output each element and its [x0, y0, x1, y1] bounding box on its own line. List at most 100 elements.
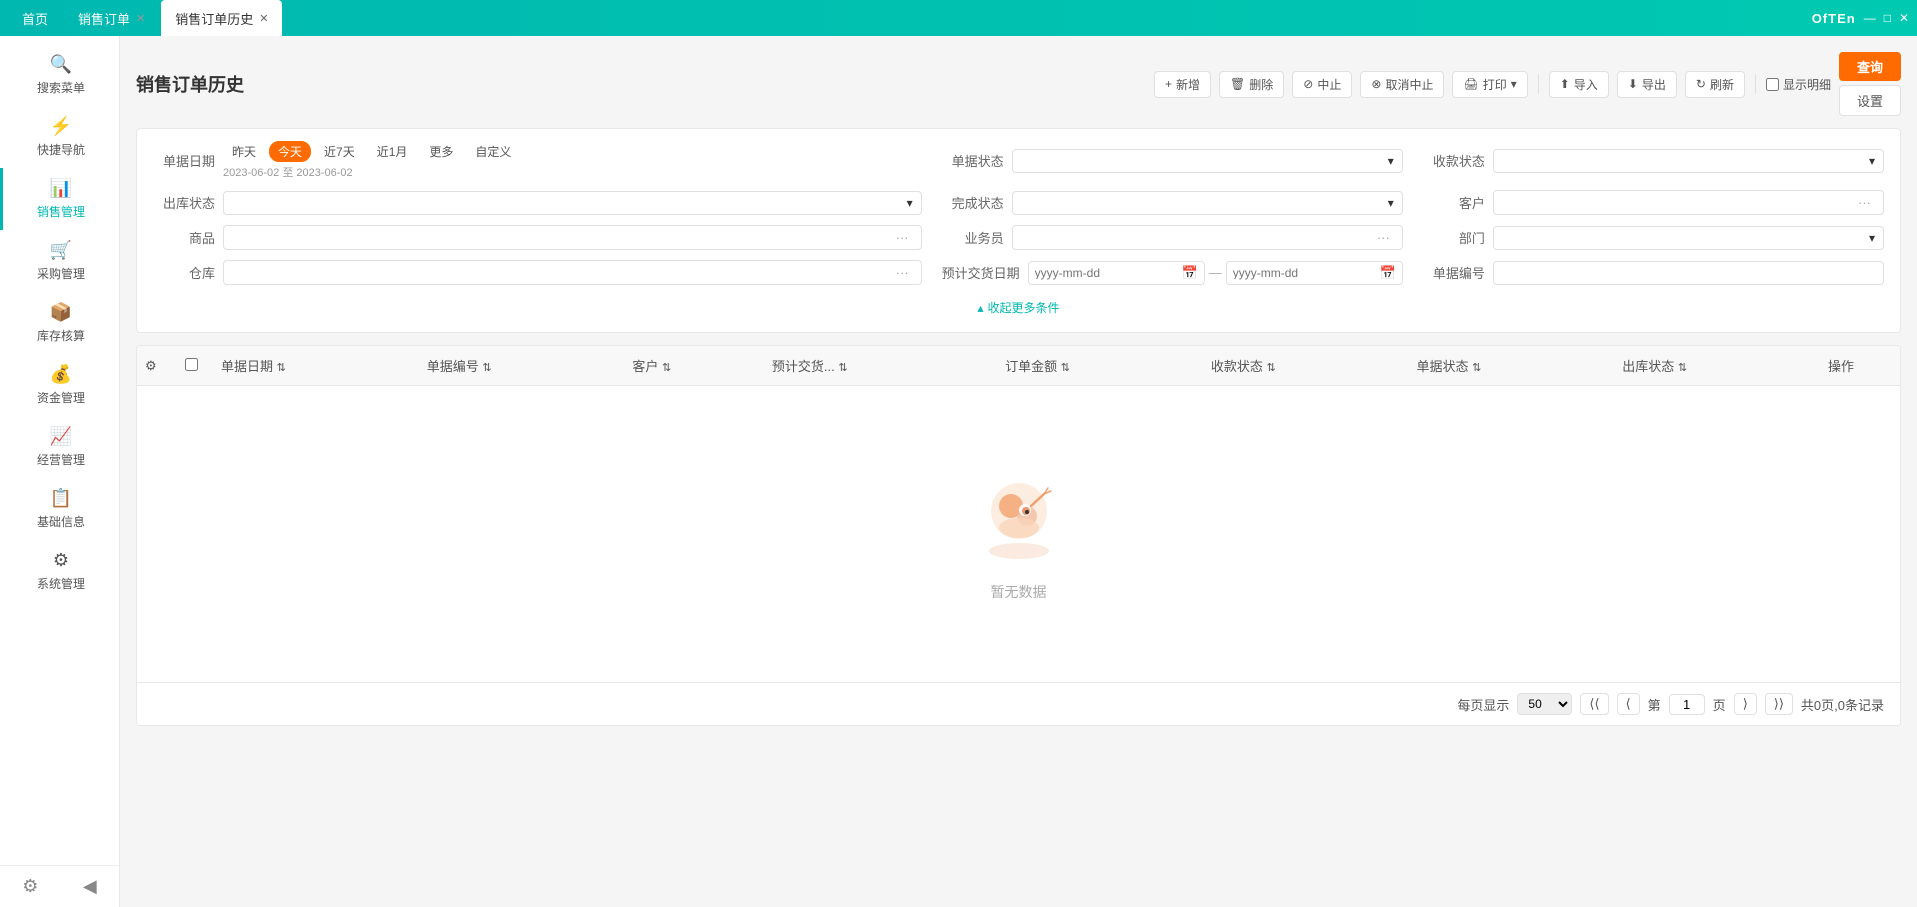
import-button[interactable]: ⬆ 导入 — [1549, 71, 1609, 98]
content-area: 销售订单历史 + 新增 🗑 删除 ⊘ 中止 ⊗ 取消中止 — [120, 36, 1917, 907]
tab-home[interactable]: 首页 — [8, 0, 62, 36]
query-button[interactable]: 查询 — [1839, 52, 1901, 81]
empty-text: 暂无数据 — [991, 582, 1047, 602]
date-tag-more[interactable]: 更多 — [420, 141, 462, 162]
salesperson-dots[interactable]: ··· — [1373, 230, 1394, 245]
date-tag-yesterday[interactable]: 昨天 — [223, 141, 265, 162]
stop-button[interactable]: ⊘ 中止 — [1292, 71, 1352, 98]
sidebar-collapse-btn[interactable]: ◀ — [83, 876, 97, 897]
window-maximize[interactable]: □ — [1884, 11, 1891, 25]
select-all-checkbox[interactable] — [185, 358, 198, 371]
outbound-select[interactable] — [223, 191, 922, 215]
new-label: 新增 — [1176, 76, 1200, 93]
prev-page-button[interactable]: ⟨ — [1617, 693, 1640, 715]
sidebar-item-search[interactable]: 🔍 搜索菜单 — [0, 44, 119, 106]
sidebar-settings-btn[interactable]: ⚙ — [22, 876, 38, 897]
customer-dots[interactable]: ··· — [1854, 195, 1875, 210]
salesperson-input-wrap[interactable]: ··· — [1012, 225, 1403, 250]
date-range-display: 2023-06-02 至 2023-06-02 — [223, 164, 922, 180]
page-number-input[interactable] — [1669, 694, 1705, 715]
date-tag-1month[interactable]: 近1月 — [368, 141, 417, 162]
customer-input-wrap[interactable]: ··· — [1493, 190, 1884, 215]
th-bill-status[interactable]: 单据状态 — [1409, 346, 1615, 386]
th-no-sort[interactable] — [482, 359, 491, 374]
display-detail-checkbox[interactable]: 显示明细 — [1766, 76, 1831, 93]
complete-select[interactable] — [1012, 191, 1403, 215]
sidebar-item-finance[interactable]: 💰 资金管理 — [0, 354, 119, 416]
goods-input[interactable] — [232, 231, 892, 245]
tab-sales-order[interactable]: 销售订单 ✕ — [64, 0, 159, 36]
customer-input[interactable] — [1502, 196, 1854, 210]
warehouse-input-wrap[interactable]: ··· — [223, 260, 922, 285]
th-date-sort[interactable] — [277, 359, 286, 374]
sidebar-item-base-info[interactable]: 📋 基础信息 — [0, 478, 119, 540]
th-expected-sort[interactable] — [838, 359, 847, 374]
sidebar-item-operations[interactable]: 📈 经营管理 — [0, 416, 119, 478]
date-tag-today[interactable]: 今天 — [269, 141, 311, 162]
th-outbound-status[interactable]: 出库状态 — [1614, 346, 1820, 386]
payment-select[interactable] — [1493, 149, 1884, 173]
export-button[interactable]: ⬇ 导出 — [1617, 71, 1677, 98]
collapse-button[interactable]: 收起更多条件 — [153, 295, 1884, 320]
sidebar-item-system[interactable]: ⚙ 系统管理 — [0, 540, 119, 602]
filter-status: 单据状态 — [942, 149, 1403, 173]
th-checkbox[interactable] — [177, 346, 213, 386]
page-title: 销售订单历史 — [136, 71, 244, 97]
th-payment-status-sort[interactable] — [1266, 359, 1275, 374]
tab-sales-history[interactable]: 销售订单历史 ✕ — [161, 0, 282, 36]
first-page-button[interactable]: ⟨⟨ — [1580, 693, 1608, 715]
print-icon: 🖨 — [1463, 77, 1478, 91]
window-close[interactable]: ✕ — [1899, 11, 1909, 25]
th-date[interactable]: 单据日期 — [213, 346, 419, 386]
goods-input-wrap[interactable]: ··· — [223, 225, 922, 250]
order-no-input[interactable] — [1493, 261, 1884, 285]
filter-row-2: 出库状态 完成状态 客户 — [153, 190, 1884, 215]
th-amount[interactable]: 订单金额 — [997, 346, 1203, 386]
th-customer[interactable]: 客户 — [624, 346, 764, 386]
expected-end-input[interactable] — [1233, 266, 1380, 280]
th-customer-sort[interactable] — [662, 359, 671, 374]
window-minimize[interactable]: — — [1864, 11, 1876, 25]
cancel-stop-button[interactable]: ⊗ 取消中止 — [1360, 71, 1444, 98]
th-settings[interactable]: ⚙ — [137, 346, 177, 386]
page-size-select[interactable]: 20 50 100 — [1517, 693, 1572, 715]
setting-button[interactable]: 设置 — [1839, 85, 1901, 116]
expected-start-input[interactable] — [1035, 266, 1182, 280]
date-tag-custom[interactable]: 自定义 — [466, 141, 520, 162]
display-detail-input[interactable] — [1766, 78, 1779, 91]
department-select[interactable] — [1493, 226, 1884, 250]
tab-sales-history-close[interactable]: ✕ — [259, 12, 268, 25]
warehouse-dots[interactable]: ··· — [892, 265, 913, 280]
print-button[interactable]: 🖨 打印 ▾ — [1452, 71, 1527, 98]
last-page-button[interactable]: ⟩⟩ — [1765, 693, 1793, 715]
th-bill-status-sort[interactable] — [1472, 359, 1481, 374]
calendar-start-icon[interactable]: 📅 — [1182, 265, 1198, 281]
next-page-button[interactable]: ⟩ — [1734, 693, 1757, 715]
sidebar-item-sales[interactable]: 📊 销售管理 — [0, 168, 119, 230]
goods-dots[interactable]: ··· — [892, 230, 913, 245]
sidebar-item-purchase[interactable]: 🛒 采购管理 — [0, 230, 119, 292]
date-tag-7days[interactable]: 近7天 — [315, 141, 364, 162]
delete-button[interactable]: 🗑 删除 — [1219, 71, 1284, 98]
new-button[interactable]: + 新增 — [1154, 71, 1211, 98]
sidebar-item-inventory[interactable]: 📦 库存核算 — [0, 292, 119, 354]
th-no[interactable]: 单据编号 — [419, 346, 625, 386]
warehouse-input[interactable] — [232, 266, 892, 280]
delete-icon: 🗑 — [1230, 77, 1245, 91]
salesperson-input[interactable] — [1021, 231, 1373, 245]
th-amount-sort[interactable] — [1061, 359, 1070, 374]
th-expected[interactable]: 预计交货... — [764, 346, 997, 386]
status-select[interactable] — [1012, 149, 1403, 173]
sales-icon: 📊 — [50, 178, 72, 199]
sidebar-item-quick-nav[interactable]: ⚡ 快捷导航 — [0, 106, 119, 168]
th-payment-status[interactable]: 收款状态 — [1203, 346, 1409, 386]
th-outbound-status-sort[interactable] — [1678, 359, 1687, 374]
expected-start-wrap[interactable]: 📅 — [1028, 261, 1205, 285]
tab-sales-order-close[interactable]: ✕ — [136, 12, 145, 25]
calendar-end-icon[interactable]: 📅 — [1380, 265, 1396, 281]
filter-order-no: 单据编号 — [1423, 261, 1884, 285]
refresh-button[interactable]: ↻ 刷新 — [1685, 71, 1745, 98]
expected-end-wrap[interactable]: 📅 — [1226, 261, 1403, 285]
settings-gear-icon[interactable]: ⚙ — [145, 358, 157, 373]
filter-date: 单据日期 昨天 今天 近7天 近1月 更多 自定义 2023-06-02 至 2… — [153, 141, 922, 180]
